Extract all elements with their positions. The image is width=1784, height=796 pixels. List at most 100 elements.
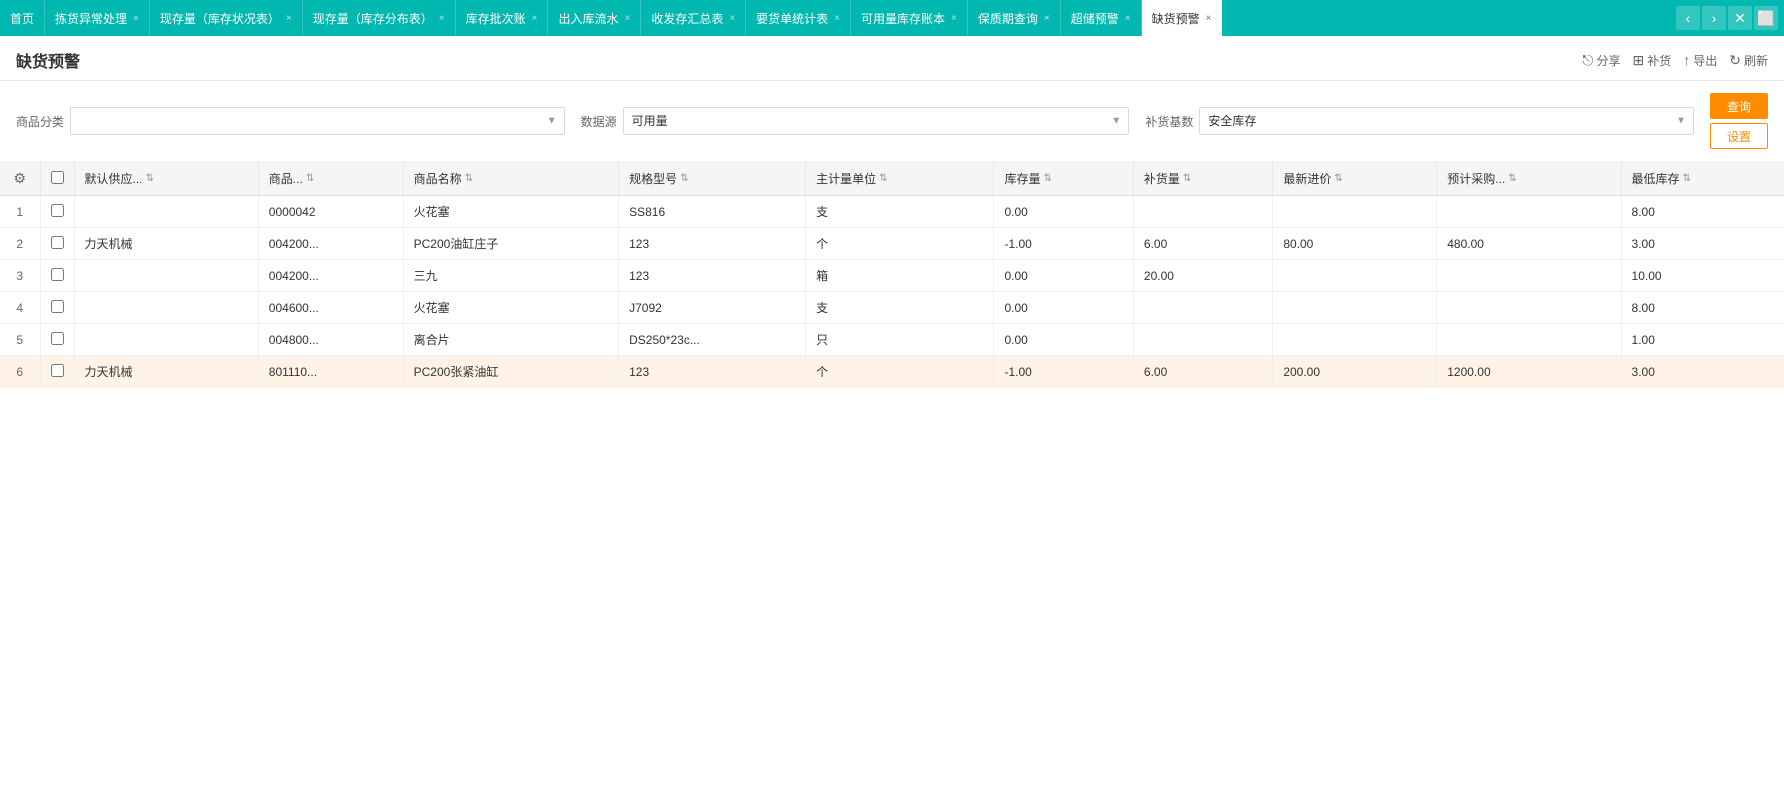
th-supplier-sort[interactable]: 默认供应... ⇅ [85,170,248,187]
row-name: 离合片 [403,324,618,356]
row-latest-price [1273,196,1437,228]
replenish-basis-label: 补货基数 [1145,113,1193,130]
nav-tab-picking-close[interactable]: × [133,13,139,24]
query-button[interactable]: 查询 [1710,93,1768,119]
row-checkbox[interactable] [51,236,64,249]
refresh-button[interactable]: ↻ 刷新 [1729,52,1768,69]
replenish-select[interactable]: 安全库存 [1199,107,1694,135]
row-code: 004600... [258,292,403,324]
row-num: 6 [0,356,40,388]
nav-next-button[interactable]: › [1702,6,1726,30]
row-stock: 0.00 [994,260,1133,292]
row-checkbox[interactable] [51,204,64,217]
nav-tab-overstock-close[interactable]: × [1125,13,1131,24]
datasource-select[interactable]: 可用量 [623,107,1130,135]
row-num: 3 [0,260,40,292]
replenish-button[interactable]: ⊞ 补货 [1632,52,1671,69]
row-name: 火花塞 [403,196,618,228]
th-settings[interactable]: ⚙ [0,162,40,196]
row-min-stock: 3.00 [1621,356,1784,388]
row-num: 2 [0,228,40,260]
datasource-label: 数据源 [581,113,617,130]
row-unit: 个 [806,356,994,388]
table-row: 4 004600... 火花塞 J7092 支 0.00 8.00 [0,292,1784,324]
nav-tab-overstock[interactable]: 超储预警 × [1061,0,1142,36]
row-unit: 支 [806,292,994,324]
th-est-purchase-sort[interactable]: 预计采购... ⇅ [1447,170,1610,187]
th-code: 商品... ⇅ [258,162,403,196]
settings-gear-icon[interactable]: ⚙ [13,170,26,186]
nav-tab-picking[interactable]: 拣货异常处理 × [45,0,150,36]
nav-tab-batch-label: 库存批次账 [466,10,526,27]
share-button[interactable]: ⎋ 分享 [1582,52,1620,69]
category-select[interactable] [70,107,565,135]
nav-tab-available-close[interactable]: × [951,13,957,24]
nav-close-button[interactable]: ✕ [1728,6,1752,30]
th-stock-sort[interactable]: 库存量 ⇅ [1004,170,1122,187]
row-checkbox[interactable] [51,268,64,281]
est-purchase-sort-icon: ⇅ [1508,173,1516,184]
row-code: 004200... [258,260,403,292]
row-min-stock: 1.00 [1621,324,1784,356]
th-replenish-sort[interactable]: 补货量 ⇅ [1144,170,1262,187]
row-latest-price: 80.00 [1273,228,1437,260]
th-name-sort[interactable]: 商品名称 ⇅ [414,170,608,187]
row-replenish: 6.00 [1133,356,1272,388]
nav-tab-batch-close[interactable]: × [532,13,538,24]
nav-tab-requisition[interactable]: 要货单统计表 × [746,0,851,36]
nav-tab-batch[interactable]: 库存批次账 × [456,0,549,36]
nav-tab-flow[interactable]: 出入库流水 × [548,0,641,36]
nav-tab-stock2[interactable]: 现存量（库存分布表） × [303,0,456,36]
replenish-label: 补货 [1647,52,1671,69]
row-code: 801110... [258,356,403,388]
nav-tab-overstock-label: 超储预警 [1071,10,1119,27]
nav-tab-home[interactable]: 首页 [0,0,45,36]
row-supplier [74,196,258,228]
row-code: 0000042 [258,196,403,228]
row-spec: 123 [619,356,806,388]
nav-tab-expiry[interactable]: 保质期查询 × [968,0,1061,36]
row-spec: DS250*23c... [619,324,806,356]
row-unit: 支 [806,196,994,228]
settings-button[interactable]: 设置 [1710,123,1768,149]
row-latest-price [1273,324,1437,356]
nav-prev-button[interactable]: ‹ [1676,6,1700,30]
th-unit-sort[interactable]: 主计量单位 ⇅ [816,170,983,187]
nav-tab-flow-close[interactable]: × [624,13,630,24]
nav-tab-requisition-close[interactable]: × [834,13,840,24]
nav-tab-summary-close[interactable]: × [729,13,735,24]
row-checkbox[interactable] [51,300,64,313]
row-code: 004200... [258,228,403,260]
th-latest-price-sort[interactable]: 最新进价 ⇅ [1283,170,1426,187]
row-checkbox[interactable] [51,364,64,377]
row-unit: 个 [806,228,994,260]
nav-tab-stock1[interactable]: 现存量（库存状况表） × [150,0,303,36]
name-sort-icon: ⇅ [465,173,473,184]
data-table: ⚙ 默认供应... ⇅ 商品... ⇅ [0,162,1784,388]
nav-tab-summary[interactable]: 收发存汇总表 × [641,0,746,36]
nav-tab-stock1-close[interactable]: × [286,13,292,24]
row-name: 火花塞 [403,292,618,324]
filter-datasource: 数据源 可用量 ▼ [581,107,1130,135]
th-code-sort[interactable]: 商品... ⇅ [269,170,393,187]
row-checkbox-cell [40,260,74,292]
select-all-checkbox[interactable] [51,171,64,184]
filter-actions: 查询 设置 [1710,93,1768,149]
nav-tab-stock2-close[interactable]: × [439,13,445,24]
nav-tab-expiry-label: 保质期查询 [978,10,1038,27]
row-supplier [74,292,258,324]
th-spec-sort[interactable]: 规格型号 ⇅ [629,170,795,187]
replenish-sort-icon: ⇅ [1183,173,1191,184]
nav-tab-expiry-close[interactable]: × [1044,13,1050,24]
row-checkbox[interactable] [51,332,64,345]
unit-sort-icon: ⇅ [879,173,887,184]
nav-tab-home-label: 首页 [10,10,34,27]
th-min-stock-sort[interactable]: 最低库存 ⇅ [1632,170,1774,187]
row-est-purchase: 1200.00 [1437,356,1621,388]
nav-tab-shortage[interactable]: 缺货预警 × [1142,0,1223,36]
nav-maximize-button[interactable]: ⬜ [1754,6,1778,30]
nav-tab-flow-label: 出入库流水 [558,10,618,27]
export-button[interactable]: ↑ 导出 [1683,52,1717,69]
nav-tab-shortage-close[interactable]: × [1206,13,1212,24]
nav-tab-available[interactable]: 可用量库存账本 × [851,0,968,36]
